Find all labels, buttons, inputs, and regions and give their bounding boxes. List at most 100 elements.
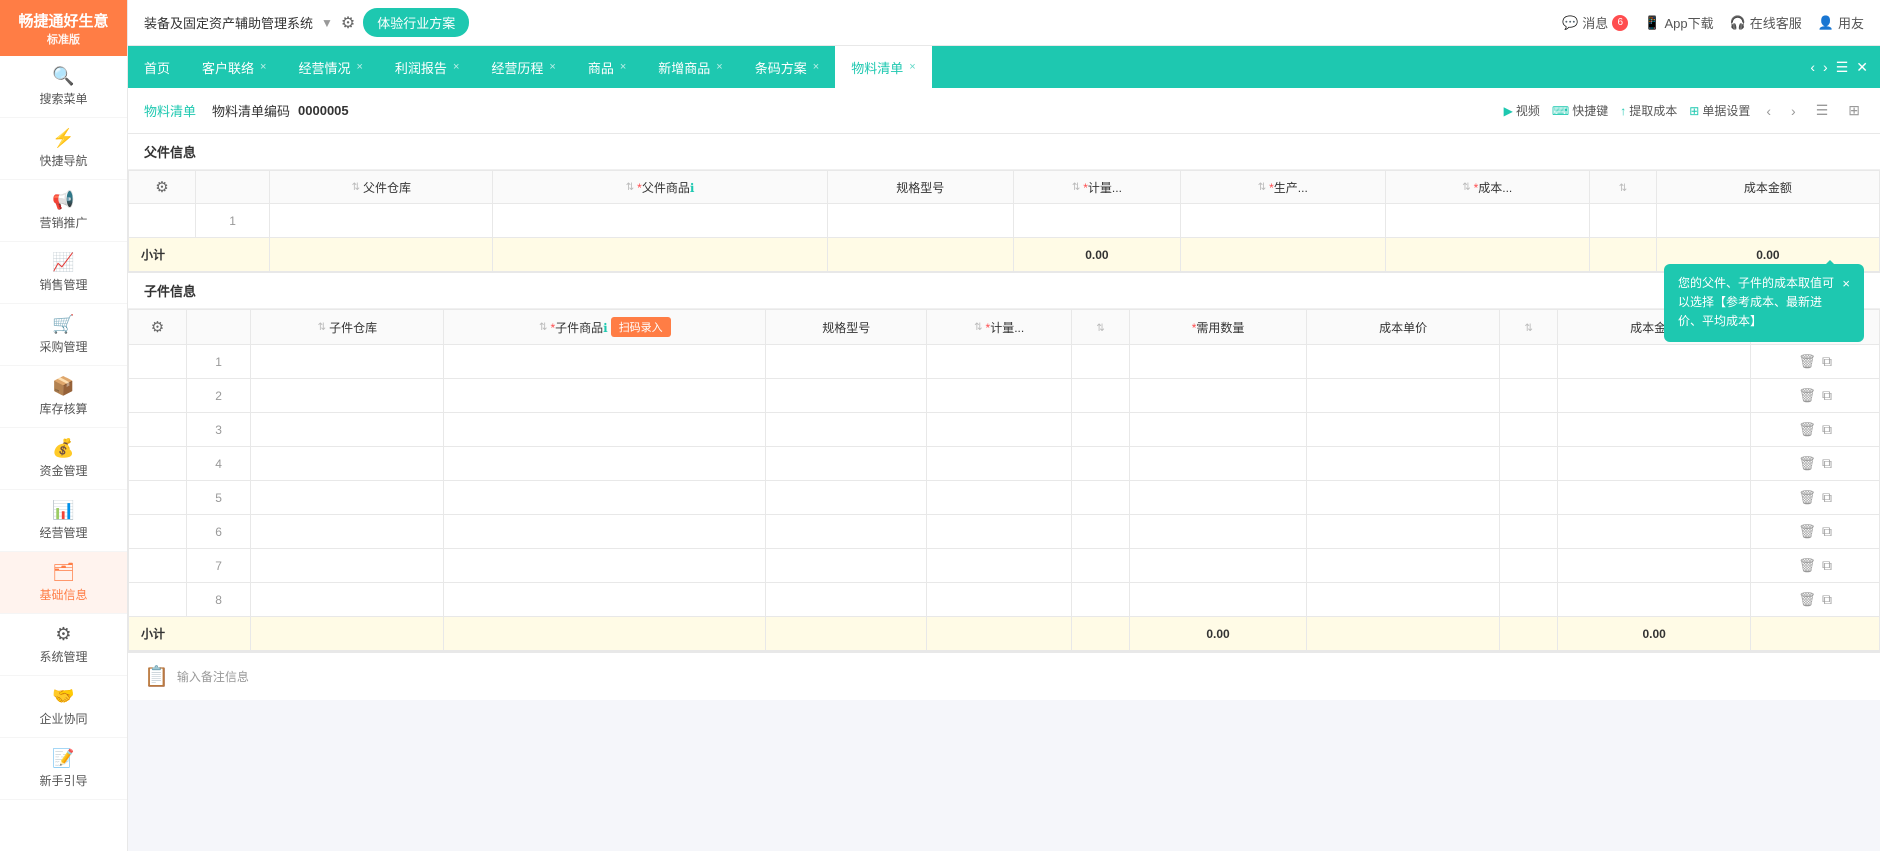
child-row2-qty[interactable] — [1130, 379, 1307, 413]
child-row6-qty[interactable] — [1130, 515, 1307, 549]
extract-cost-action[interactable]: ↑ 提取成本 — [1620, 102, 1677, 119]
child-row8-warehouse[interactable] — [251, 583, 444, 617]
child-row4-qty[interactable] — [1130, 447, 1307, 481]
sidebar-item-inventory[interactable]: 📦 库存核算 — [0, 366, 127, 428]
child-row5-product[interactable] — [444, 481, 766, 515]
tab-new-goods-close[interactable]: × — [716, 61, 722, 73]
delete-icon-3[interactable]: 🗑 — [1798, 421, 1816, 438]
page-list-view[interactable]: ☰ — [1812, 102, 1833, 119]
child-row1-unit[interactable] — [927, 345, 1072, 379]
tab-profit-close[interactable]: × — [453, 61, 459, 73]
delete-icon-4[interactable]: 🗑 — [1798, 455, 1816, 472]
sidebar-item-purchase[interactable]: 🛒 采购管理 — [0, 304, 127, 366]
copy-icon-6[interactable]: ⧉ — [1822, 523, 1832, 540]
parent-row1-warehouse[interactable] — [270, 204, 493, 238]
sidebar-item-operations[interactable]: 📊 经营管理 — [0, 490, 127, 552]
tab-biz-history[interactable]: 经营历程 × — [475, 46, 571, 88]
child-row6-product[interactable] — [444, 515, 766, 549]
sidebar-item-system[interactable]: ⚙ 系统管理 — [0, 614, 127, 676]
settings-icon[interactable]: ⚙ — [341, 13, 355, 33]
nav-next-btn[interactable]: › — [1819, 59, 1832, 75]
copy-icon-5[interactable]: ⧉ — [1822, 489, 1832, 506]
delete-icon-8[interactable]: 🗑 — [1798, 591, 1816, 608]
sidebar-item-search[interactable]: 🔍 搜索菜单 — [0, 56, 127, 118]
child-row5-unit[interactable] — [927, 481, 1072, 515]
online-service-button[interactable]: 🎧 在线客服 — [1730, 13, 1802, 32]
breadcrumb-link[interactable]: 物料清单 — [144, 101, 196, 120]
sidebar-item-quicknav[interactable]: ⚡ 快捷导航 — [0, 118, 127, 180]
sidebar-item-marketing[interactable]: 📢 营销推广 — [0, 180, 127, 242]
child-row5-warehouse[interactable] — [251, 481, 444, 515]
parent-row1-unit[interactable] — [1013, 204, 1180, 238]
child-row1-warehouse[interactable] — [251, 345, 444, 379]
page-nav-next[interactable]: › — [1787, 103, 1800, 119]
tab-home[interactable]: 首页 — [128, 46, 186, 88]
tab-biz-close[interactable]: × — [549, 61, 555, 73]
child-row1-product[interactable] — [444, 345, 766, 379]
delete-icon-1[interactable]: 🗑 — [1798, 353, 1816, 370]
parent-row1-prod[interactable] — [1181, 204, 1385, 238]
sidebar-item-sales[interactable]: 📈 销售管理 — [0, 242, 127, 304]
tab-customer-close[interactable]: × — [260, 61, 266, 73]
page-nav-prev[interactable]: ‹ — [1762, 103, 1775, 119]
tab-customer[interactable]: 客户联络 × — [186, 46, 282, 88]
tooltip-close-btn[interactable]: × — [1842, 274, 1850, 295]
child-row2-product[interactable] — [444, 379, 766, 413]
child-row5-qty[interactable] — [1130, 481, 1307, 515]
single-settings-action[interactable]: ⊞ 单据设置 — [1689, 102, 1750, 119]
child-row4-warehouse[interactable] — [251, 447, 444, 481]
child-row4-product[interactable] — [444, 447, 766, 481]
tab-ops-close[interactable]: × — [356, 61, 362, 73]
parent-row1-cost[interactable] — [1385, 204, 1589, 238]
child-row3-qty[interactable] — [1130, 413, 1307, 447]
copy-icon-3[interactable]: ⧉ — [1822, 421, 1832, 438]
sidebar-item-collab[interactable]: 🤝 企业协同 — [0, 676, 127, 738]
shortcut-action[interactable]: ⌨ 快捷键 — [1552, 102, 1608, 119]
trial-button[interactable]: 体验行业方案 — [363, 8, 469, 37]
sidebar-item-basic[interactable]: 🗂 基础信息 — [0, 552, 127, 614]
notes-placeholder[interactable]: 输入备注信息 — [177, 668, 249, 685]
child-row3-unit[interactable] — [927, 413, 1072, 447]
nav-prev-btn[interactable]: ‹ — [1806, 59, 1819, 75]
child-col-config-icon[interactable]: ⚙ — [151, 319, 164, 336]
page-grid-view[interactable]: ⊞ — [1844, 102, 1864, 119]
copy-icon-7[interactable]: ⧉ — [1822, 557, 1832, 574]
sidebar-item-guide[interactable]: 📝 新手引导 — [0, 738, 127, 800]
child-row8-unit[interactable] — [927, 583, 1072, 617]
copy-icon-8[interactable]: ⧉ — [1822, 591, 1832, 608]
sidebar-item-finance[interactable]: 💰 资金管理 — [0, 428, 127, 490]
child-row8-qty[interactable] — [1130, 583, 1307, 617]
user-menu[interactable]: 👤 用友 — [1818, 13, 1864, 32]
child-row7-product[interactable] — [444, 549, 766, 583]
child-row7-unit[interactable] — [927, 549, 1072, 583]
app-download-button[interactable]: 📱 App下载 — [1644, 13, 1713, 32]
child-row3-product[interactable] — [444, 413, 766, 447]
tab-bom-close[interactable]: × — [909, 61, 915, 73]
child-row3-warehouse[interactable] — [251, 413, 444, 447]
copy-icon-1[interactable]: ⧉ — [1822, 353, 1832, 370]
scan-button[interactable]: 扫码录入 — [611, 317, 671, 337]
message-button[interactable]: 💬 消息 6 — [1562, 13, 1628, 32]
child-row6-unit[interactable] — [927, 515, 1072, 549]
tab-goods-close[interactable]: × — [620, 61, 626, 73]
child-row4-unit[interactable] — [927, 447, 1072, 481]
tab-operations-status[interactable]: 经营情况 × — [282, 46, 378, 88]
child-row6-warehouse[interactable] — [251, 515, 444, 549]
delete-icon-5[interactable]: 🗑 — [1798, 489, 1816, 506]
delete-icon-6[interactable]: 🗑 — [1798, 523, 1816, 540]
nav-menu-btn[interactable]: ☰ — [1832, 59, 1853, 76]
delete-icon-7[interactable]: 🗑 — [1798, 557, 1816, 574]
tab-new-goods[interactable]: 新增商品 × — [642, 46, 738, 88]
child-row7-warehouse[interactable] — [251, 549, 444, 583]
tab-bom[interactable]: 物料清单 × — [835, 46, 931, 88]
dropdown-arrow-icon[interactable]: ▼ — [321, 16, 333, 30]
child-row2-warehouse[interactable] — [251, 379, 444, 413]
view-action[interactable]: ▶ 视频 — [1504, 102, 1540, 119]
child-row7-qty[interactable] — [1130, 549, 1307, 583]
nav-close-btn[interactable]: ✕ — [1852, 59, 1872, 76]
delete-icon-2[interactable]: 🗑 — [1798, 387, 1816, 404]
tab-barcode[interactable]: 条码方案 × — [739, 46, 835, 88]
child-row8-product[interactable] — [444, 583, 766, 617]
copy-icon-4[interactable]: ⧉ — [1822, 455, 1832, 472]
child-row1-qty[interactable] — [1130, 345, 1307, 379]
